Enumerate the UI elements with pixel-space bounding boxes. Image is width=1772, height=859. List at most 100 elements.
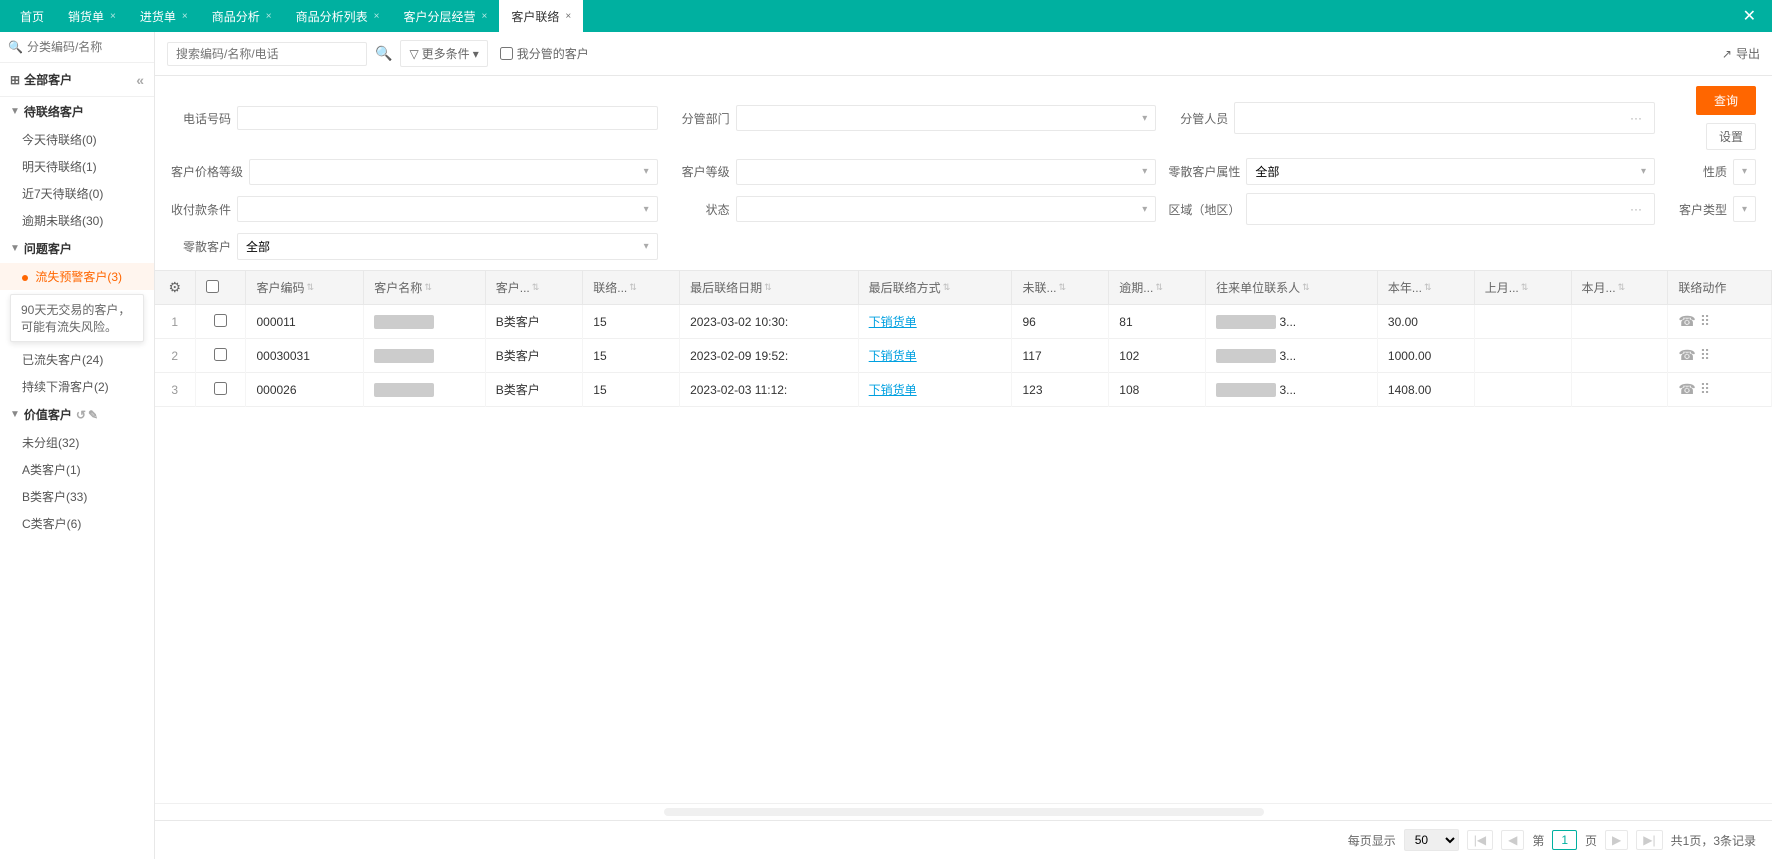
tab-purchase-close-icon[interactable]: × (182, 11, 188, 22)
tab-customer-tier-close-icon[interactable]: × (481, 11, 487, 22)
sidebar-item-churned[interactable]: 已流失客户(24) (0, 346, 154, 373)
last-method-link-1[interactable]: 下销货单 (869, 349, 917, 363)
th-last-month[interactable]: 上月... ⇅ (1474, 271, 1571, 305)
sidebar-group-pending[interactable]: ▼ 待联络客户 (0, 97, 154, 126)
pagination-bar: 每页显示 50 100 200 |◀ ◀ 第 1 页 ▶ ▶| 共1页，3条记录 (155, 820, 1772, 859)
zero-customer-select[interactable]: 全部 ▾ (237, 233, 658, 260)
filter-customer-type-row: 客户类型 ▾ (1667, 196, 1756, 222)
sidebar-all-customers[interactable]: ⊞ 全部客户 « (0, 63, 154, 97)
action-contact-icon-2[interactable]: ☎ (1678, 381, 1695, 398)
tab-sales-close-icon[interactable]: × (110, 11, 116, 22)
row-checkbox-0[interactable] (195, 305, 246, 339)
tab-customer-contact[interactable]: 客户联络 × (499, 0, 583, 32)
sidebar-item-churn-warning[interactable]: 流失预警客户(3) (0, 263, 154, 290)
action-contact-icon-1[interactable]: ☎ (1678, 347, 1695, 364)
row-select-checkbox-0[interactable] (214, 314, 227, 327)
my-customers-checkbox[interactable] (500, 47, 513, 60)
page-suffix: 页 (1585, 832, 1597, 849)
row-last-method-0[interactable]: 下销货单 (858, 305, 1012, 339)
region-select[interactable]: ··· (1246, 193, 1655, 225)
sort-icon-contact-count: ⇅ (629, 282, 637, 293)
th-this-month[interactable]: 本月... ⇅ (1571, 271, 1668, 305)
sidebar-item-c-class[interactable]: C类客户(6) (0, 510, 154, 537)
last-method-link-2[interactable]: 下销货单 (869, 383, 917, 397)
tab-goods-list[interactable]: 商品分析列表 × (284, 0, 392, 32)
sidebar-group-value[interactable]: ▼ 价值客户 ↺ ✎ (0, 400, 154, 429)
collapse-icon[interactable]: « (136, 72, 144, 88)
th-name[interactable]: 客户名称 ⇅ (364, 271, 485, 305)
price-grade-select[interactable]: ▾ (249, 159, 658, 185)
th-uncontacted[interactable]: 未联... ⇅ (1012, 271, 1109, 305)
person-select[interactable]: ··· (1234, 102, 1655, 134)
tab-customer-contact-close-icon[interactable]: × (565, 11, 571, 22)
row-select-checkbox-2[interactable] (214, 382, 227, 395)
row-last-method-1[interactable]: 下销货单 (858, 339, 1012, 373)
prev-page-button[interactable]: ◀ (1501, 830, 1524, 850)
th-this-year[interactable]: 本年... ⇅ (1377, 271, 1474, 305)
column-settings-icon[interactable]: ⚙ (168, 279, 181, 295)
sidebar-group-problem-label: 问题客户 (24, 240, 72, 257)
region-dots-icon[interactable]: ··· (1626, 198, 1646, 220)
sidebar-item-overdue-contact[interactable]: 逾期未联络(30) (0, 207, 154, 234)
th-contact-person[interactable]: 往来单位联系人 ⇅ (1206, 271, 1378, 305)
action-more-icon-2[interactable]: ⠿ (1700, 381, 1710, 398)
th-settings[interactable]: ⚙ (155, 271, 195, 305)
query-button[interactable]: 查询 (1696, 86, 1756, 115)
last-method-link-0[interactable]: 下销货单 (869, 315, 917, 329)
sidebar-item-ungrouped[interactable]: 未分组(32) (0, 429, 154, 456)
tab-goods-list-close-icon[interactable]: × (374, 11, 380, 22)
search-button[interactable]: 🔍 (375, 45, 392, 62)
action-more-icon-0[interactable]: ⠿ (1700, 313, 1710, 330)
tab-sales[interactable]: 销货单 × (56, 0, 128, 32)
sidebar-item-today[interactable]: 今天待联络(0) (0, 126, 154, 153)
sidebar-item-a-class[interactable]: A类客户(1) (0, 456, 154, 483)
edit-icon[interactable]: ✎ (88, 408, 98, 422)
action-more-icon-1[interactable]: ⠿ (1700, 347, 1710, 364)
th-overdue[interactable]: 逾期... ⇅ (1109, 271, 1206, 305)
search-input[interactable] (167, 42, 367, 66)
row-last-method-2[interactable]: 下销货单 (858, 373, 1012, 407)
tab-customer-tier[interactable]: 客户分层经营 × (391, 0, 499, 32)
customer-type-select[interactable]: ▾ (1733, 196, 1756, 222)
sidebar-search-input[interactable] (27, 40, 146, 54)
row-checkbox-1[interactable] (195, 339, 246, 373)
settings-button[interactable]: 设置 (1706, 123, 1756, 150)
tab-goods-analysis[interactable]: 商品分析 × (200, 0, 284, 32)
my-customers-check[interactable]: 我分管的客户 (500, 45, 589, 62)
person-dots-icon[interactable]: ··· (1626, 107, 1646, 129)
th-last-contact-method[interactable]: 最后联络方式 ⇅ (858, 271, 1012, 305)
last-page-button[interactable]: ▶| (1636, 830, 1662, 850)
action-contact-icon-0[interactable]: ☎ (1678, 313, 1695, 330)
sidebar-item-b-class[interactable]: B类客户(33) (0, 483, 154, 510)
th-last-contact-date[interactable]: 最后联络日期 ⇅ (680, 271, 859, 305)
status-select[interactable]: ▾ (736, 196, 1157, 222)
window-close-button[interactable]: ✕ (1735, 6, 1764, 26)
customer-grade-select[interactable]: ▾ (736, 159, 1157, 185)
sidebar-group-problem[interactable]: ▼ 问题客户 (0, 234, 154, 263)
per-page-select[interactable]: 50 100 200 (1404, 829, 1459, 851)
phone-input[interactable] (237, 106, 658, 130)
zero-attr-select[interactable]: 全部 ▾ (1246, 158, 1655, 185)
tab-purchase[interactable]: 进货单 × (128, 0, 200, 32)
payment-select[interactable]: ▾ (237, 196, 658, 222)
more-conditions-button[interactable]: ▽ 更多条件 ▾ (400, 40, 487, 67)
th-contact-count[interactable]: 联络... ⇅ (583, 271, 680, 305)
select-all-checkbox[interactable] (206, 280, 219, 293)
first-page-button[interactable]: |◀ (1467, 830, 1493, 850)
row-select-checkbox-1[interactable] (214, 348, 227, 361)
home-tab[interactable]: 首页 (8, 0, 56, 32)
sidebar-item-tomorrow[interactable]: 明天待联络(1) (0, 153, 154, 180)
export-button[interactable]: ↗ 导出 (1722, 45, 1760, 62)
dept-select[interactable]: ▾ (736, 105, 1157, 131)
nature-select[interactable]: ▾ (1733, 159, 1756, 185)
tab-goods-analysis-close-icon[interactable]: × (266, 11, 272, 22)
row-checkbox-2[interactable] (195, 373, 246, 407)
th-type[interactable]: 客户... ⇅ (485, 271, 583, 305)
refresh-icon[interactable]: ↺ (76, 408, 86, 422)
next-page-button[interactable]: ▶ (1605, 830, 1628, 850)
horizontal-scrollbar[interactable] (155, 803, 1772, 820)
th-code[interactable]: 客户编码 ⇅ (246, 271, 364, 305)
sidebar-item-7days[interactable]: 近7天待联络(0) (0, 180, 154, 207)
filter-price-grade-row: 客户价格等级 ▾ (171, 159, 658, 185)
sidebar-item-declining[interactable]: 持续下滑客户(2) (0, 373, 154, 400)
